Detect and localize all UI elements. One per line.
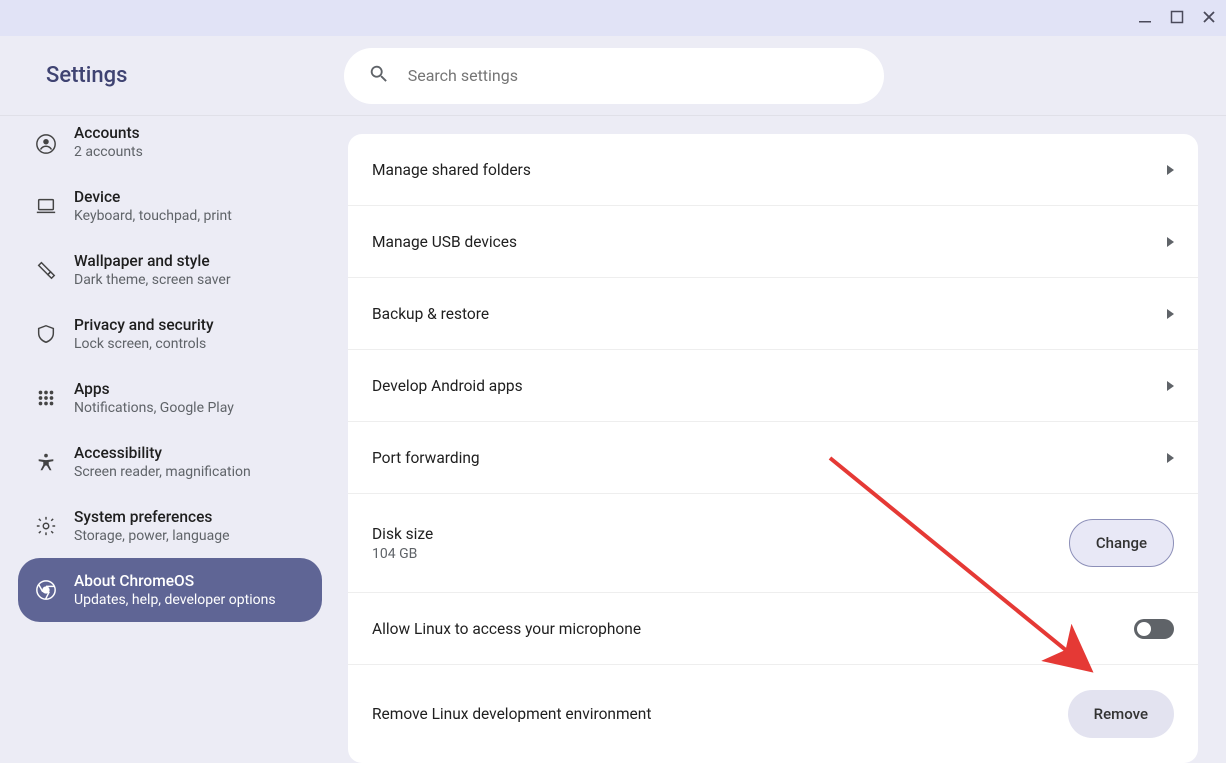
nav-sub: Keyboard, touchpad, print <box>74 208 232 224</box>
row-develop-android-apps[interactable]: Develop Android apps <box>348 350 1198 422</box>
search-box[interactable] <box>344 48 884 104</box>
row-disk-size: Disk size 104 GB Change <box>348 494 1198 593</box>
nav-sub: Screen reader, magnification <box>74 464 251 480</box>
chevron-right-icon <box>1167 309 1174 319</box>
sidebar-item-accessibility[interactable]: Accessibility Screen reader, magnificatio… <box>18 430 322 494</box>
app-title: Settings <box>46 63 127 88</box>
row-backup-restore[interactable]: Backup & restore <box>348 278 1198 350</box>
nav-title: Wallpaper and style <box>74 252 231 270</box>
titlebar <box>0 0 1226 36</box>
search-icon <box>368 63 408 89</box>
close-icon[interactable] <box>1202 9 1216 28</box>
row-label: Port forwarding <box>372 449 480 467</box>
laptop-icon <box>34 194 58 218</box>
nav-title: Privacy and security <box>74 316 214 334</box>
row-port-forwarding[interactable]: Port forwarding <box>348 422 1198 494</box>
gear-icon <box>34 514 58 538</box>
apps-icon <box>34 386 58 410</box>
row-remove-linux-development-environment: Remove Linux development environment Remo… <box>348 665 1198 763</box>
sidebar-item-wallpaper-and-style[interactable]: Wallpaper and style Dark theme, screen sa… <box>18 238 322 302</box>
nav-sub: Storage, power, language <box>74 528 230 544</box>
sidebar-item-system-preferences[interactable]: System preferences Storage, power, langua… <box>18 494 322 558</box>
row-allow-linux-to-access-your-microphone: Allow Linux to access your microphone <box>348 593 1198 665</box>
nav-title: Device <box>74 188 232 206</box>
row-label: Backup & restore <box>372 305 489 323</box>
nav-title: Accessibility <box>74 444 251 462</box>
row-manage-usb-devices[interactable]: Manage USB devices <box>348 206 1198 278</box>
accessibility-icon <box>34 450 58 474</box>
change-button[interactable]: Change <box>1069 519 1174 567</box>
settings-card: Manage shared folders Manage USB devices B… <box>348 134 1198 763</box>
row-label: Disk size <box>372 525 433 543</box>
nav-sub: Lock screen, controls <box>74 336 214 352</box>
nav-title: System preferences <box>74 508 230 526</box>
row-label: Develop Android apps <box>372 377 523 395</box>
sidebar-item-about-chromeos[interactable]: About ChromeOS Updates, help, developer o… <box>18 558 322 622</box>
nav-sub: 2 accounts <box>74 144 143 160</box>
chevron-right-icon <box>1167 453 1174 463</box>
row-label: Allow Linux to access your microphone <box>372 620 641 638</box>
nav-sub: Updates, help, developer options <box>74 592 276 608</box>
minimize-icon[interactable] <box>1138 9 1152 28</box>
toggle-switch[interactable] <box>1134 619 1174 639</box>
nav-title: Apps <box>74 380 234 398</box>
account-icon <box>34 132 58 156</box>
chevron-right-icon <box>1167 381 1174 391</box>
chevron-right-icon <box>1167 165 1174 175</box>
search-input[interactable] <box>408 66 860 85</box>
row-sub: 104 GB <box>372 546 433 562</box>
chrome-icon <box>34 578 58 602</box>
nav-sub: Notifications, Google Play <box>74 400 234 416</box>
sidebar-item-accounts[interactable]: Accounts 2 accounts <box>18 116 322 174</box>
style-icon <box>34 258 58 282</box>
sidebar-item-privacy-and-security[interactable]: Privacy and security Lock screen, control… <box>18 302 322 366</box>
maximize-icon[interactable] <box>1170 9 1184 28</box>
row-label: Remove Linux development environment <box>372 705 651 723</box>
nav-title: About ChromeOS <box>74 572 276 590</box>
nav-title: Accounts <box>74 124 143 142</box>
sidebar-item-apps[interactable]: Apps Notifications, Google Play <box>18 366 322 430</box>
remove-button[interactable]: Remove <box>1068 690 1174 738</box>
sidebar: Accounts 2 accounts Device Keyboard, touchp… <box>0 116 340 750</box>
row-manage-shared-folders[interactable]: Manage shared folders <box>348 134 1198 206</box>
row-label: Manage shared folders <box>372 161 531 179</box>
chevron-right-icon <box>1167 237 1174 247</box>
shield-icon <box>34 322 58 346</box>
sidebar-item-device[interactable]: Device Keyboard, touchpad, print <box>18 174 322 238</box>
topbar: Settings <box>0 36 1226 116</box>
row-label: Manage USB devices <box>372 233 517 251</box>
nav-sub: Dark theme, screen saver <box>74 272 231 288</box>
